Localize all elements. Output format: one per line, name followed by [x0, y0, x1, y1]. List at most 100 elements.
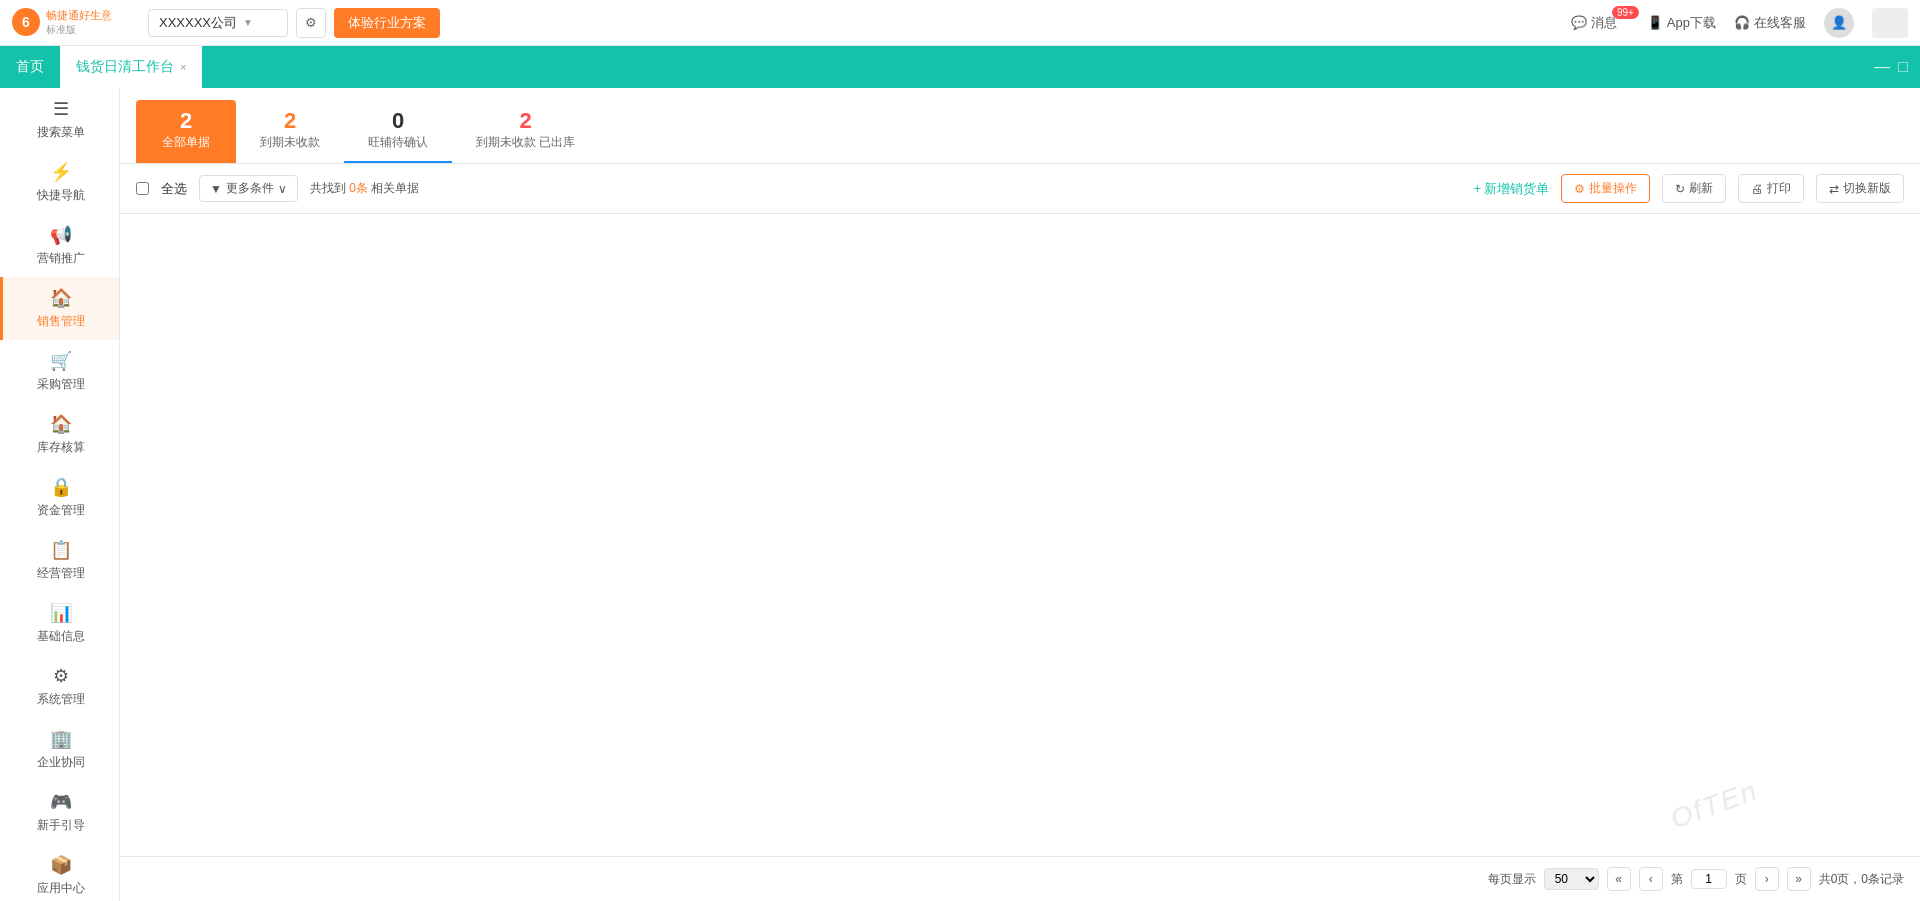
batch-operation-button[interactable]: ⚙ 批量操作 — [1561, 174, 1650, 203]
sidebar-item-system[interactable]: ⚙ 系统管理 — [0, 655, 119, 718]
system-icon: ⚙ — [53, 665, 69, 687]
company-name: XXXXXX公司 — [159, 14, 237, 32]
last-page-button[interactable]: » — [1787, 867, 1811, 891]
inventory-icon: 🏠 — [50, 413, 72, 435]
main-layout: ☰ 搜索菜单 ⚡ 快捷导航 📢 营销推广 🏠 销售管理 🛒 采购管理 🏠 库存核… — [0, 88, 1920, 901]
overdue-count: 2 — [284, 108, 296, 134]
sidebar-quick-nav-label: 快捷导航 — [37, 187, 85, 204]
summary-tabs: 2 全部单据 2 到期未收款 0 旺辅待确认 2 到期未收款 已出库 — [120, 88, 1920, 164]
logo-icon: 6 — [12, 8, 40, 36]
operation-icon: 📋 — [50, 539, 72, 561]
print-icon: 🖨 — [1751, 182, 1763, 196]
avatar[interactable]: 👤 — [1824, 8, 1854, 38]
sidebar-system-label: 系统管理 — [37, 691, 85, 708]
pagination-bar: 每页显示 50 100 200 « ‹ 第 页 › » 共0页，0条记录 — [120, 856, 1920, 901]
next-page-button[interactable]: › — [1755, 867, 1779, 891]
app-download-label: App下载 — [1667, 14, 1716, 32]
first-page-button[interactable]: « — [1607, 867, 1631, 891]
sidebar-item-finance[interactable]: 🔒 资金管理 — [0, 466, 119, 529]
per-page-select[interactable]: 50 100 200 — [1544, 868, 1599, 890]
message-badge: 99+ — [1612, 6, 1639, 19]
prev-page-button[interactable]: ‹ — [1639, 867, 1663, 891]
settings-button[interactable]: ⚙ — [296, 8, 326, 38]
print-button[interactable]: 🖨 打印 — [1738, 174, 1804, 203]
sidebar-item-sales[interactable]: 🏠 销售管理 — [0, 277, 119, 340]
sidebar-cooperation-label: 企业协同 — [37, 754, 85, 771]
tab-home[interactable]: 首页 — [0, 46, 60, 88]
summary-tab-all[interactable]: 2 全部单据 — [136, 100, 236, 163]
pending-count: 0 — [392, 108, 404, 134]
all-label: 全部单据 — [162, 134, 210, 151]
sidebar-item-quick-nav[interactable]: ⚡ 快捷导航 — [0, 151, 119, 214]
switch-icon: ⇄ — [1829, 182, 1839, 196]
page-number-input[interactable] — [1691, 869, 1727, 889]
select-all-checkbox[interactable] — [136, 182, 149, 195]
tab-bar: 首页 钱货日清工作台 × — □ — [0, 46, 1920, 88]
tab-close-icon[interactable]: × — [180, 61, 186, 73]
tab-home-label: 首页 — [16, 58, 44, 76]
filter-icon: ▼ — [210, 182, 222, 196]
window-expand-icon[interactable]: □ — [1898, 58, 1908, 76]
user-name-area[interactable] — [1872, 8, 1908, 38]
marketing-icon: 📢 — [50, 224, 72, 246]
switch-version-button[interactable]: ⇄ 切换新版 — [1816, 174, 1904, 203]
all-count: 2 — [180, 108, 192, 134]
sidebar-item-app-center[interactable]: 📦 应用中心 — [0, 844, 119, 901]
batch-label: 批量操作 — [1589, 180, 1637, 197]
dropdown-arrow-icon: ▼ — [243, 17, 253, 28]
headset-icon: 🎧 — [1734, 15, 1750, 30]
switch-label: 切换新版 — [1843, 180, 1891, 197]
top-header: 6 畅捷通好生意 标准版 XXXXXX公司 ▼ ⚙ 体验行业方案 💬 消息 99… — [0, 0, 1920, 46]
tab-workbench[interactable]: 钱货日清工作台 × — [60, 46, 202, 88]
toolbar: 全选 ▼ 更多条件 ∨ 共找到 0条 相关单据 + 新增销货单 ⚙ — [120, 164, 1920, 214]
message-button[interactable]: 💬 消息 99+ — [1571, 14, 1629, 32]
sidebar-sales-label: 销售管理 — [37, 313, 85, 330]
message-icon: 💬 — [1571, 15, 1587, 30]
shipped-count: 2 — [520, 108, 532, 134]
online-service-button[interactable]: 🎧 在线客服 — [1734, 14, 1806, 32]
summary-tab-shipped[interactable]: 2 到期未收款 已出库 — [452, 100, 599, 163]
finance-icon: 🔒 — [50, 476, 72, 498]
sales-icon: 🏠 — [50, 287, 72, 309]
refresh-icon: ↻ — [1675, 182, 1685, 196]
logo-area: 6 畅捷通好生意 标准版 — [12, 8, 132, 36]
sidebar-item-search-menu[interactable]: ☰ 搜索菜单 — [0, 88, 119, 151]
page-suffix-label: 页 — [1735, 871, 1747, 888]
sidebar: ☰ 搜索菜单 ⚡ 快捷导航 📢 营销推广 🏠 销售管理 🛒 采购管理 🏠 库存核… — [0, 88, 120, 901]
sidebar-item-inventory[interactable]: 🏠 库存核算 — [0, 403, 119, 466]
sidebar-operation-label: 经营管理 — [37, 565, 85, 582]
logo-sub: 标准版 — [46, 23, 112, 37]
toolbar-left: 全选 ▼ 更多条件 ∨ 共找到 0条 相关单据 — [136, 175, 1461, 202]
sidebar-item-basic-info[interactable]: 📊 基础信息 — [0, 592, 119, 655]
filter-button[interactable]: ▼ 更多条件 ∨ — [199, 175, 298, 202]
sidebar-item-purchase[interactable]: 🛒 采购管理 — [0, 340, 119, 403]
sidebar-inventory-label: 库存核算 — [37, 439, 85, 456]
sidebar-item-guide[interactable]: 🎮 新手引导 — [0, 781, 119, 844]
refresh-label: 刷新 — [1689, 180, 1713, 197]
refresh-button[interactable]: ↻ 刷新 — [1662, 174, 1726, 203]
basic-info-icon: 📊 — [50, 602, 72, 624]
page-prefix-label: 第 — [1671, 871, 1683, 888]
sidebar-app-center-label: 应用中心 — [37, 880, 85, 897]
trial-button[interactable]: 体验行业方案 — [334, 8, 440, 38]
sidebar-item-cooperation[interactable]: 🏢 企业协同 — [0, 718, 119, 781]
window-minimize-icon[interactable]: — — [1874, 58, 1890, 76]
sidebar-item-operation[interactable]: 📋 经营管理 — [0, 529, 119, 592]
guide-icon: 🎮 — [50, 791, 72, 813]
gear-icon: ⚙ — [305, 15, 317, 30]
toolbar-right: + 新增销货单 ⚙ 批量操作 ↻ 刷新 🖨 打印 ⇄ 切换新版 — [1473, 174, 1904, 203]
app-center-icon: 📦 — [50, 854, 72, 876]
sidebar-purchase-label: 采购管理 — [37, 376, 85, 393]
total-label: 共0页，0条记录 — [1819, 871, 1904, 888]
pending-label: 旺辅待确认 — [368, 134, 428, 151]
company-selector[interactable]: XXXXXX公司 ▼ — [148, 9, 288, 37]
add-sale-order-button[interactable]: + 新增销货单 — [1473, 180, 1549, 198]
app-download-button[interactable]: 📱 App下载 — [1647, 14, 1716, 32]
sidebar-item-marketing[interactable]: 📢 营销推广 — [0, 214, 119, 277]
select-all-label: 全选 — [161, 180, 187, 198]
sidebar-guide-label: 新手引导 — [37, 817, 85, 834]
summary-tab-overdue[interactable]: 2 到期未收款 — [236, 100, 344, 163]
purchase-icon: 🛒 — [50, 350, 72, 372]
tab-bar-actions: — □ — [1874, 58, 1920, 76]
summary-tab-pending[interactable]: 0 旺辅待确认 — [344, 100, 452, 163]
